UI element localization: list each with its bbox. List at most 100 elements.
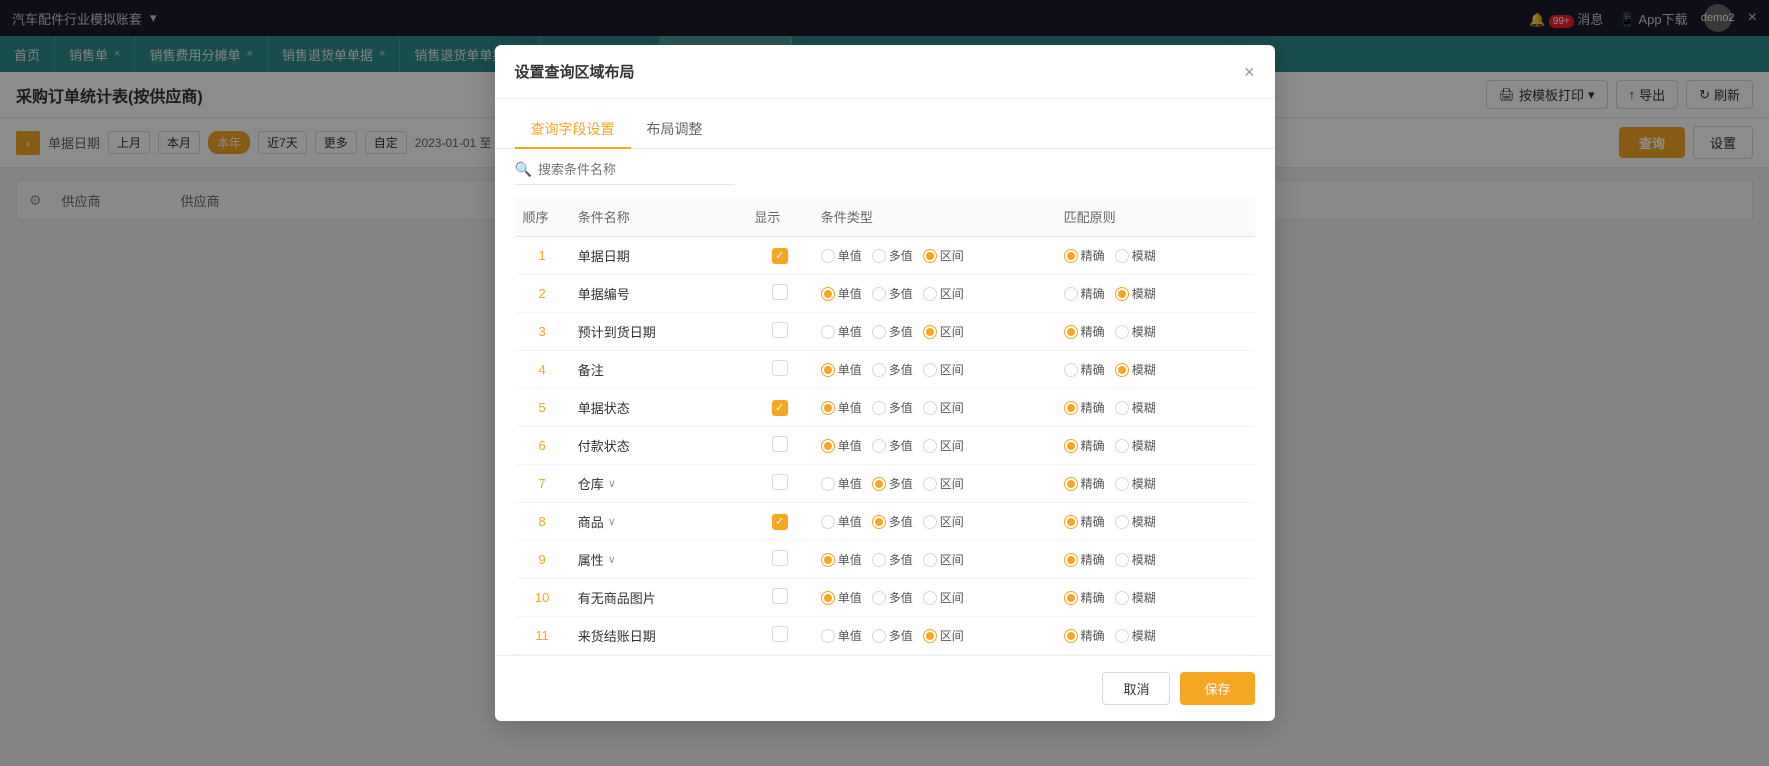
match-radio-fuzzy[interactable]: 模糊 — [1115, 437, 1156, 454]
type-radio-single[interactable]: 单值 — [821, 475, 862, 492]
type-radio-group: 单值 多值 区间 — [821, 285, 1048, 302]
dialog-header: 设置查询区域布局 × — [495, 45, 1275, 99]
match-radio-fuzzy[interactable]: 模糊 — [1115, 285, 1156, 302]
type-radio-multi[interactable]: 多值 — [872, 437, 913, 454]
show-checkbox[interactable] — [772, 550, 788, 566]
type-radio-multi[interactable]: 多值 — [872, 323, 913, 340]
search-input[interactable] — [538, 162, 718, 177]
type-radio-single[interactable]: 单值 — [821, 551, 862, 568]
dialog-search: 🔍 — [495, 149, 1275, 197]
type-radio-single[interactable]: 单值 — [821, 247, 862, 264]
match-radio-exact[interactable]: 精确 — [1064, 589, 1105, 606]
type-radio-range[interactable]: 区间 — [923, 323, 964, 340]
match-radio-fuzzy[interactable]: 模糊 — [1115, 247, 1156, 264]
show-checkbox[interactable] — [772, 436, 788, 452]
cell-show[interactable] — [746, 351, 812, 389]
match-radio-fuzzy[interactable]: 模糊 — [1115, 551, 1156, 568]
match-radio-group: 精确 模糊 — [1064, 551, 1247, 568]
type-radio-single[interactable]: 单值 — [821, 323, 862, 340]
match-radio-exact[interactable]: 精确 — [1064, 475, 1105, 492]
type-radio-multi[interactable]: 多值 — [872, 247, 913, 264]
type-radio-range[interactable]: 区间 — [923, 247, 964, 264]
save-button[interactable]: 保存 — [1180, 672, 1254, 705]
type-radio-range[interactable]: 区间 — [923, 437, 964, 454]
type-radio-range[interactable]: 区间 — [923, 589, 964, 606]
cell-match: 精确 模糊 — [1056, 503, 1255, 541]
type-radio-single[interactable]: 单值 — [821, 627, 862, 644]
match-radio-group: 精确 模糊 — [1064, 627, 1247, 644]
show-checkbox[interactable] — [772, 248, 788, 264]
show-checkbox[interactable] — [772, 322, 788, 338]
type-radio-multi[interactable]: 多值 — [872, 551, 913, 568]
type-radio-single[interactable]: 单值 — [821, 285, 862, 302]
type-radio-single[interactable]: 单值 — [821, 589, 862, 606]
match-radio-fuzzy[interactable]: 模糊 — [1115, 627, 1156, 644]
show-checkbox[interactable] — [772, 400, 788, 416]
match-radio-fuzzy[interactable]: 模糊 — [1115, 475, 1156, 492]
show-checkbox[interactable] — [772, 514, 788, 530]
cell-show[interactable] — [746, 427, 812, 465]
cancel-button[interactable]: 取消 — [1102, 672, 1170, 705]
cell-show[interactable] — [746, 275, 812, 313]
type-radio-multi[interactable]: 多值 — [872, 285, 913, 302]
show-checkbox[interactable] — [772, 474, 788, 490]
type-radio-range[interactable]: 区间 — [923, 285, 964, 302]
type-radio-single[interactable]: 单值 — [821, 437, 862, 454]
match-radio-exact[interactable]: 精确 — [1064, 551, 1105, 568]
cell-order: 5 — [515, 389, 570, 427]
type-radio-range[interactable]: 区间 — [923, 399, 964, 416]
cell-show[interactable] — [746, 389, 812, 427]
type-radio-group: 单值 多值 区间 — [821, 627, 1048, 644]
cell-order: 2 — [515, 275, 570, 313]
match-radio-fuzzy[interactable]: 模糊 — [1115, 361, 1156, 378]
dialog-close-button[interactable]: × — [1244, 63, 1255, 81]
conditions-table: 顺序 条件名称 显示 条件类型 匹配原则 1 单据日期 — [515, 197, 1255, 655]
show-checkbox[interactable] — [772, 626, 788, 642]
cell-match: 精确 模糊 — [1056, 237, 1255, 275]
type-radio-range[interactable]: 区间 — [923, 475, 964, 492]
cell-show[interactable] — [746, 313, 812, 351]
cell-show[interactable] — [746, 465, 812, 503]
cell-type: 单值 多值 区间 — [813, 237, 1056, 275]
match-radio-exact[interactable]: 精确 — [1064, 361, 1105, 378]
type-radio-range[interactable]: 区间 — [923, 513, 964, 530]
match-radio-exact[interactable]: 精确 — [1064, 627, 1105, 644]
cell-show[interactable] — [746, 503, 812, 541]
type-radio-multi[interactable]: 多值 — [872, 513, 913, 530]
type-radio-multi[interactable]: 多值 — [872, 475, 913, 492]
cell-name: 有无商品图片 — [570, 579, 747, 617]
show-checkbox[interactable] — [772, 588, 788, 604]
match-radio-exact[interactable]: 精确 — [1064, 399, 1105, 416]
type-radio-range[interactable]: 区间 — [923, 627, 964, 644]
match-radio-exact[interactable]: 精确 — [1064, 513, 1105, 530]
match-radio-exact[interactable]: 精确 — [1064, 437, 1105, 454]
match-radio-fuzzy[interactable]: 模糊 — [1115, 399, 1156, 416]
cell-name: 单据状态 — [570, 389, 747, 427]
type-radio-multi[interactable]: 多值 — [872, 399, 913, 416]
type-radio-single[interactable]: 单值 — [821, 513, 862, 530]
cell-show[interactable] — [746, 237, 812, 275]
type-radio-range[interactable]: 区间 — [923, 361, 964, 378]
match-radio-exact[interactable]: 精确 — [1064, 285, 1105, 302]
cell-show[interactable] — [746, 617, 812, 655]
match-radio-fuzzy[interactable]: 模糊 — [1115, 589, 1156, 606]
dialog-tab-layout[interactable]: 布局调整 — [631, 111, 719, 149]
cell-order: 11 — [515, 617, 570, 655]
show-checkbox[interactable] — [772, 284, 788, 300]
match-radio-exact[interactable]: 精确 — [1064, 247, 1105, 264]
match-radio-fuzzy[interactable]: 模糊 — [1115, 323, 1156, 340]
type-radio-multi[interactable]: 多值 — [872, 589, 913, 606]
type-radio-multi[interactable]: 多值 — [872, 627, 913, 644]
type-radio-range[interactable]: 区间 — [923, 551, 964, 568]
cell-order: 4 — [515, 351, 570, 389]
cell-show[interactable] — [746, 541, 812, 579]
type-radio-single[interactable]: 单值 — [821, 399, 862, 416]
cell-order: 7 — [515, 465, 570, 503]
show-checkbox[interactable] — [772, 360, 788, 376]
cell-show[interactable] — [746, 579, 812, 617]
match-radio-fuzzy[interactable]: 模糊 — [1115, 513, 1156, 530]
type-radio-single[interactable]: 单值 — [821, 361, 862, 378]
match-radio-exact[interactable]: 精确 — [1064, 323, 1105, 340]
type-radio-multi[interactable]: 多值 — [872, 361, 913, 378]
dialog-tab-query[interactable]: 查询字段设置 — [515, 111, 631, 149]
